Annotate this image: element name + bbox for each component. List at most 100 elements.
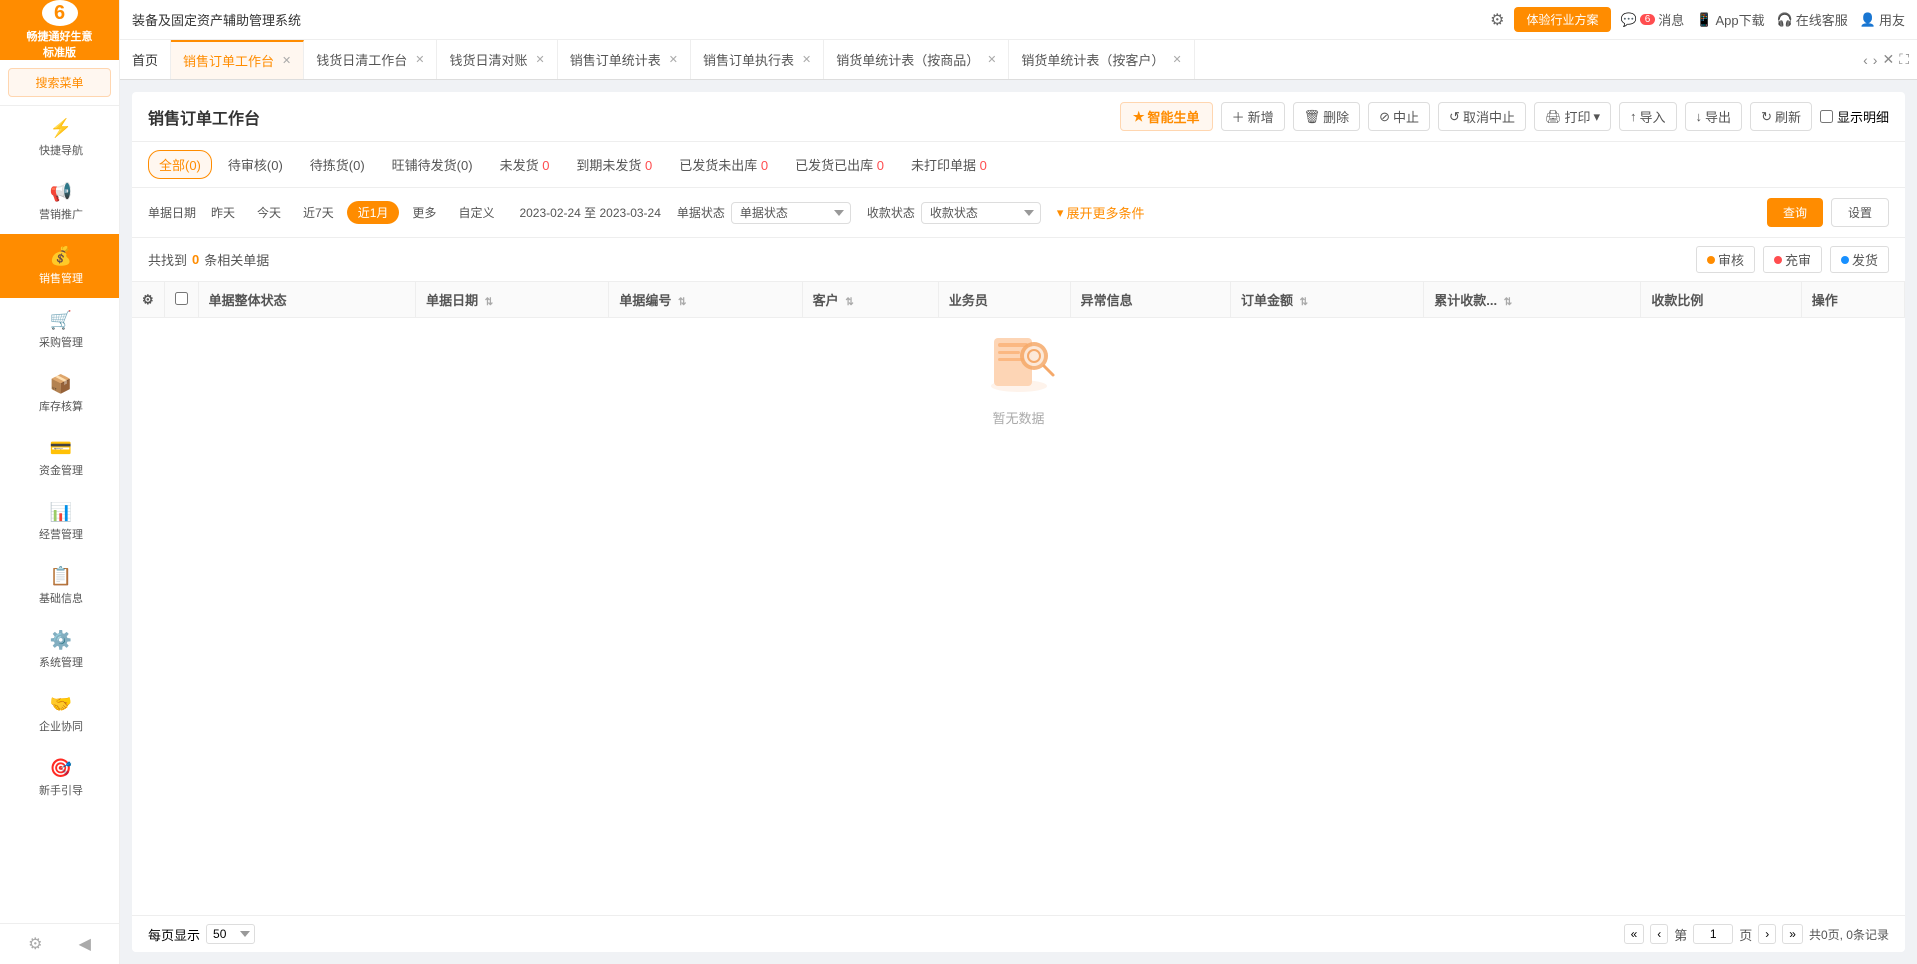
header-actions: 💬 6 消息 📱 App下载 🎧 在线客服 👤 用友 bbox=[1621, 10, 1906, 29]
sub-tab-wangpu[interactable]: 旺铺待发货(0) bbox=[381, 150, 484, 179]
refresh-btn[interactable]: ↻ 刷新 bbox=[1750, 102, 1812, 131]
sidebar-item-inventory[interactable]: 📦 库存核算 bbox=[0, 362, 119, 426]
sub-tab-shipped-not-out[interactable]: 已发货未出库 0 bbox=[668, 150, 779, 179]
sub-tab-not-printed-label: 未打印单据 0 bbox=[911, 158, 987, 173]
tab-cash-reconcile-close[interactable]: ✕ bbox=[536, 53, 545, 66]
sales-icon: 💰 bbox=[50, 246, 72, 267]
online-service-btn[interactable]: 🎧 在线客服 bbox=[1777, 10, 1848, 29]
page-size-select[interactable]: 20 50 100 bbox=[206, 924, 255, 944]
tab-close[interactable]: ✕ bbox=[1172, 53, 1181, 66]
cancel-review-btn[interactable]: 充审 bbox=[1763, 246, 1822, 273]
sidebar-item-enterprise[interactable]: 🤝 企业协同 bbox=[0, 682, 119, 746]
col-received[interactable]: 累计收款... ⇅ bbox=[1424, 282, 1641, 318]
status-filter-select[interactable]: 单据状态 bbox=[731, 202, 851, 224]
cancel-stop-btn[interactable]: ↺ 取消中止 bbox=[1438, 102, 1526, 131]
tab-home[interactable]: 首页 bbox=[120, 40, 171, 79]
sidebar-item-system[interactable]: ⚙️ 系统管理 bbox=[0, 618, 119, 682]
expand-filter-btn[interactable]: ▾ 展开更多条件 bbox=[1057, 203, 1145, 222]
sidebar-item-operation[interactable]: 📊 经营管理 bbox=[0, 490, 119, 554]
industry-btn[interactable]: 体验行业方案 bbox=[1514, 7, 1610, 32]
tab-scroll-right-icon[interactable]: › bbox=[1873, 52, 1878, 68]
tab-cash-reconcile[interactable]: 钱货日清对账 ✕ bbox=[437, 40, 557, 79]
add-btn[interactable]: ＋ 新增 bbox=[1221, 102, 1285, 131]
delete-btn[interactable]: 🗑 删除 bbox=[1293, 102, 1361, 131]
sidebar-item-sales[interactable]: 💰 销售管理 bbox=[0, 234, 119, 298]
tab-sales-summary-client[interactable]: 销货单统计表（按客户） ✕ bbox=[1009, 40, 1194, 79]
cancel-stop-label: 取消中止 bbox=[1463, 107, 1515, 126]
sidebar-search-button[interactable]: 搜索菜单 bbox=[8, 68, 111, 97]
sidebar-item-basic[interactable]: 📋 基础信息 bbox=[0, 554, 119, 618]
sidebar-settings-icon[interactable]: ⚙ bbox=[28, 934, 42, 954]
prev-page-btn[interactable]: ‹ bbox=[1650, 924, 1668, 944]
sub-tab-not-shipped[interactable]: 未发货 0 bbox=[489, 150, 561, 179]
import-btn[interactable]: ↑ 导入 bbox=[1619, 102, 1677, 131]
sub-tab-all[interactable]: 全部(0) bbox=[148, 150, 212, 179]
date-custom-btn[interactable]: 自定义 bbox=[449, 201, 503, 224]
col-checkbox bbox=[164, 282, 198, 318]
payment-filter-select[interactable]: 收款状态 bbox=[921, 202, 1041, 224]
date-yesterday-btn[interactable]: 昨天 bbox=[202, 201, 244, 224]
sidebar-item-purchase[interactable]: 🛒 采购管理 bbox=[0, 298, 119, 362]
col-amount[interactable]: 订单金额 ⇅ bbox=[1230, 282, 1423, 318]
sidebar-item-quick-nav[interactable]: ⚡ 快捷导航 bbox=[0, 106, 119, 170]
first-page-btn[interactable]: « bbox=[1624, 924, 1645, 944]
date-more-btn[interactable]: 更多 bbox=[403, 201, 445, 224]
date-7days-btn[interactable]: 近7天 bbox=[294, 201, 343, 224]
sub-tab-pending-check[interactable]: 待拣货(0) bbox=[299, 150, 376, 179]
app-download-btn[interactable]: 📱 App下载 bbox=[1696, 10, 1764, 29]
tab-close-all-icon[interactable]: ✕ bbox=[1882, 51, 1894, 68]
last-page-btn[interactable]: » bbox=[1782, 924, 1803, 944]
tab-scroll-left-icon[interactable]: ‹ bbox=[1863, 52, 1868, 68]
sub-tab-not-printed[interactable]: 未打印单据 0 bbox=[900, 150, 998, 179]
show-detail-input[interactable] bbox=[1820, 110, 1833, 123]
col-ops: 操作 bbox=[1801, 282, 1904, 318]
expand-icon: ▾ bbox=[1057, 205, 1064, 221]
sub-tab-pending-review[interactable]: 待审核(0) bbox=[217, 150, 294, 179]
query-btn[interactable]: 查询 bbox=[1767, 198, 1823, 227]
col-client-label: 客户 bbox=[813, 293, 839, 308]
sidebar-collapse-icon[interactable]: ◀ bbox=[79, 934, 91, 954]
filter-setting-btn[interactable]: 设置 bbox=[1831, 198, 1889, 227]
ship-dot bbox=[1841, 256, 1849, 264]
tab-sales-workbench[interactable]: 销售订单工作台 ✕ bbox=[171, 40, 304, 79]
sub-tab-overdue[interactable]: 到期未发货 0 bbox=[565, 150, 663, 179]
ship-btn[interactable]: 发货 bbox=[1830, 246, 1889, 273]
sidebar-item-label: 经营管理 bbox=[39, 526, 83, 542]
tab-sales-exec[interactable]: 销售订单执行表 ✕ bbox=[691, 40, 824, 79]
col-client[interactable]: 客户 ⇅ bbox=[802, 282, 938, 318]
page-input[interactable] bbox=[1693, 924, 1733, 944]
gear-col-icon[interactable]: ⚙ bbox=[142, 292, 154, 307]
col-date[interactable]: 单据日期 ⇅ bbox=[416, 282, 609, 318]
header-settings-icon[interactable]: ⚙ bbox=[1490, 10, 1504, 30]
page-size-label: 每页显示 bbox=[148, 925, 200, 944]
date-1month-btn[interactable]: 近1月 bbox=[347, 201, 400, 224]
show-detail-checkbox[interactable]: 显示明细 bbox=[1820, 107, 1889, 126]
tab-sales-workbench-close[interactable]: ✕ bbox=[282, 54, 291, 67]
smart-order-btn[interactable]: ★ 智能生单 bbox=[1120, 102, 1213, 131]
tab-sales-stats-close[interactable]: ✕ bbox=[669, 53, 678, 66]
stop-btn[interactable]: ⊘ 中止 bbox=[1368, 102, 1430, 131]
col-number[interactable]: 单据编号 ⇅ bbox=[609, 282, 802, 318]
tab-sales-stats[interactable]: 销售订单统计表 ✕ bbox=[558, 40, 691, 79]
sub-tab-shipped-out[interactable]: 已发货已出库 0 bbox=[784, 150, 895, 179]
message-btn[interactable]: 💬 6 消息 bbox=[1621, 10, 1685, 29]
date-today-btn[interactable]: 今天 bbox=[248, 201, 290, 224]
review-btn[interactable]: 审核 bbox=[1696, 246, 1755, 273]
sidebar-logo: 6 畅捷通好生意 标准版 bbox=[0, 0, 119, 60]
sidebar-item-finance[interactable]: 💳 资金管理 bbox=[0, 426, 119, 490]
page-suffix: 页 bbox=[1739, 925, 1752, 944]
tab-close[interactable]: ✕ bbox=[987, 53, 996, 66]
col-staff: 业务员 bbox=[938, 282, 1070, 318]
print-btn[interactable]: 🖨 打印 ▾ bbox=[1534, 102, 1611, 131]
sidebar-item-marketing[interactable]: 📢 营销推广 bbox=[0, 170, 119, 234]
tab-cash-daily-close[interactable]: ✕ bbox=[415, 53, 424, 66]
tab-cash-daily[interactable]: 钱货日清工作台 ✕ bbox=[304, 40, 437, 79]
tab-sales-summary-product[interactable]: 销货单统计表（按商品） ✕ bbox=[824, 40, 1009, 79]
next-page-btn[interactable]: › bbox=[1758, 924, 1776, 944]
user-btn[interactable]: 👤 用友 bbox=[1860, 10, 1905, 29]
tab-fullscreen-icon[interactable]: ⛶ bbox=[1899, 51, 1909, 68]
export-btn[interactable]: ↓ 导出 bbox=[1685, 102, 1743, 131]
select-all-checkbox[interactable] bbox=[175, 292, 188, 305]
tab-sales-exec-close[interactable]: ✕ bbox=[802, 53, 811, 66]
sidebar-item-newbie[interactable]: 🎯 新手引导 bbox=[0, 746, 119, 810]
